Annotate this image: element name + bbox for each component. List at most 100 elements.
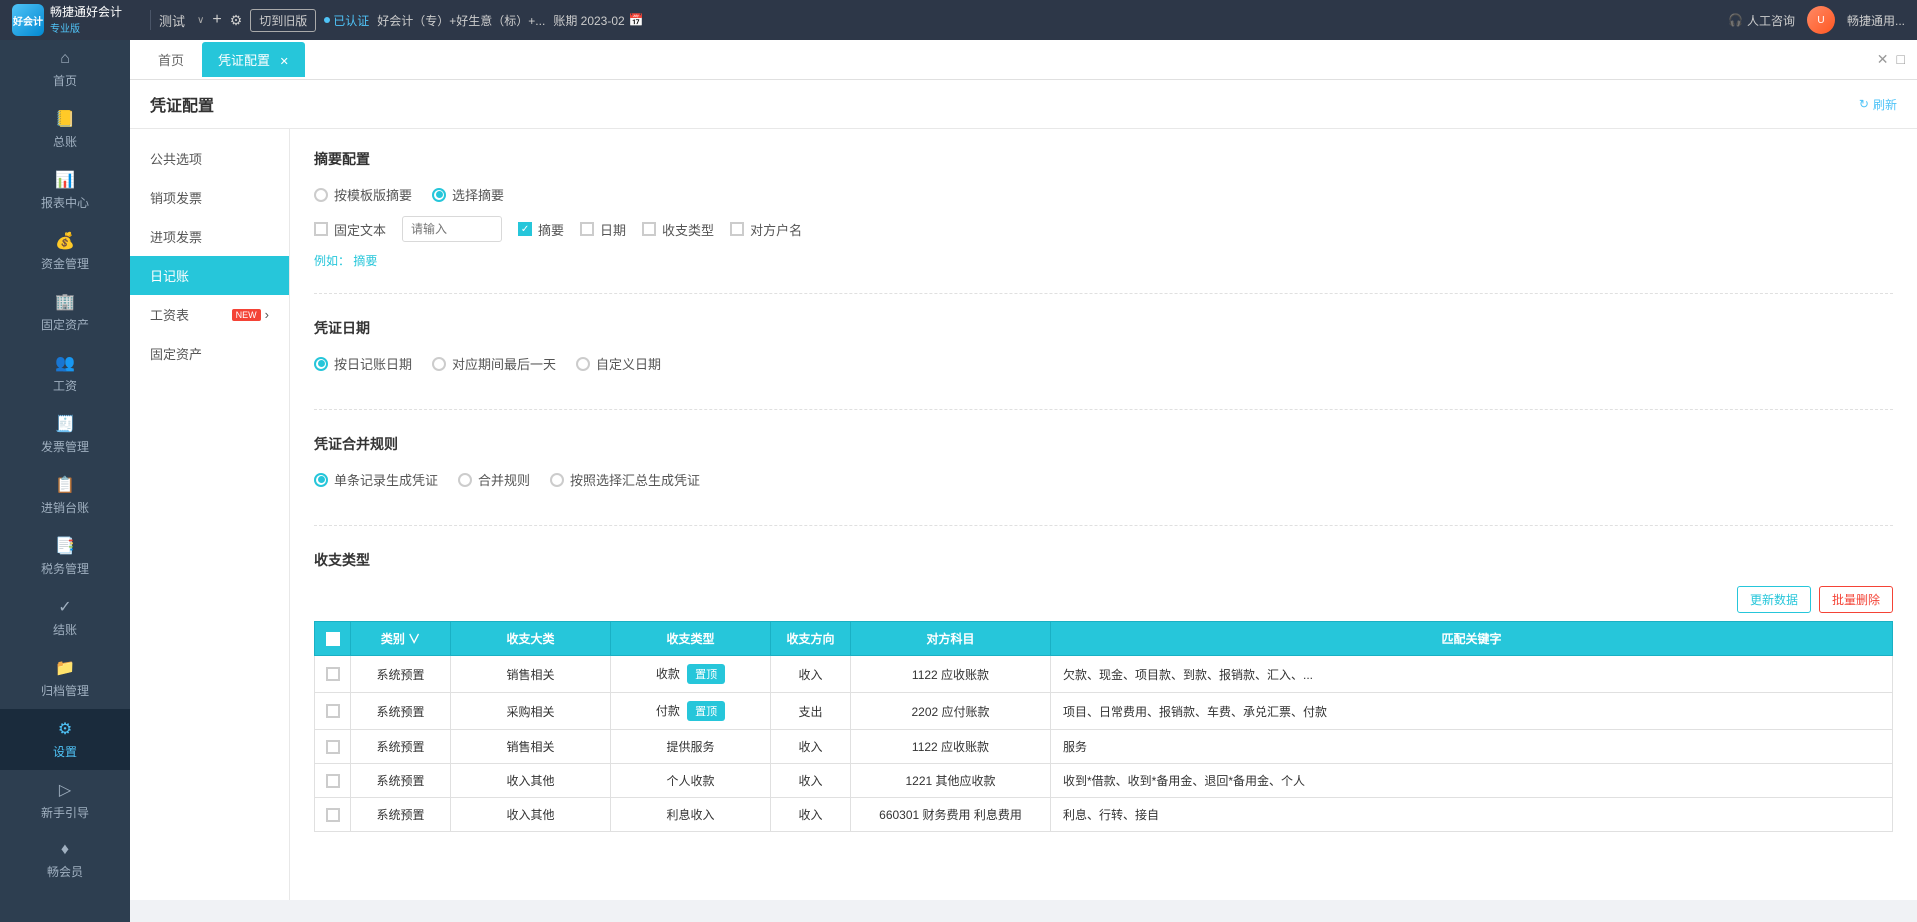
sidebar-item-home[interactable]: ⌂ 首页 bbox=[0, 40, 130, 99]
checkbox-date-box bbox=[580, 222, 594, 236]
sidebar-item-close[interactable]: ✓ 结账 bbox=[0, 587, 130, 648]
refresh-button[interactable]: ↻ 刷新 bbox=[1859, 96, 1897, 113]
sidebar-label-member: 畅会员 bbox=[47, 863, 83, 880]
th-keyword: 匹配关键字 bbox=[1051, 622, 1893, 656]
tag-top-button-1[interactable]: 置顶 bbox=[687, 664, 725, 684]
td-checkbox-2[interactable] bbox=[315, 693, 351, 730]
radio-template-label: 按模板版摘要 bbox=[334, 185, 412, 204]
payment-type-title: 收支类型 bbox=[314, 550, 1893, 570]
radio-journal-date-circle bbox=[314, 357, 328, 371]
td-account-2: 2202 应付账款 bbox=[851, 693, 1051, 730]
summary-radio-group: 按模板版摘要 选择摘要 bbox=[314, 185, 1893, 204]
td-major-5: 收入其他 bbox=[451, 798, 611, 832]
td-keyword-3: 服务 bbox=[1051, 730, 1893, 764]
checkbox-payment-type[interactable]: 收支类型 bbox=[642, 220, 714, 239]
checkbox-date-label: 日期 bbox=[600, 220, 626, 239]
radio-merge[interactable]: 合并规则 bbox=[458, 470, 530, 489]
radio-select-summary[interactable]: 选择摘要 bbox=[432, 185, 504, 204]
sidebar-item-ledger[interactable]: 📒 总账 bbox=[0, 99, 130, 160]
checkbox-fixed-text[interactable]: 固定文本 bbox=[314, 220, 386, 239]
td-checkbox-1[interactable] bbox=[315, 656, 351, 693]
tab-voucher-config[interactable]: 凭证配置 ✕ bbox=[202, 42, 305, 77]
radio-period-last[interactable]: 对应期间最后一天 bbox=[432, 354, 556, 373]
td-category-1: 系统预置 bbox=[351, 656, 451, 693]
subnav-purchase-invoice[interactable]: 进项发票 bbox=[130, 217, 289, 256]
checkbox-counterparty[interactable]: 对方户名 bbox=[730, 220, 802, 239]
nav-test-label: 测试 bbox=[159, 11, 185, 30]
subnav-fixed-asset[interactable]: 固定资产 bbox=[130, 334, 289, 373]
td-major-3: 销售相关 bbox=[451, 730, 611, 764]
td-keyword-1: 欠款、现金、项目款、到款、报销款、汇入、... bbox=[1051, 656, 1893, 693]
nav-tags: 好会计（专）+好生意（标）+... bbox=[377, 12, 545, 29]
tag-top-button-2[interactable]: 置顶 bbox=[687, 701, 725, 721]
nav-test-arrow[interactable]: ∨ bbox=[197, 15, 204, 26]
radio-single-circle bbox=[314, 473, 328, 487]
subnav-salary-table[interactable]: 工资表 NEW › bbox=[130, 295, 289, 334]
summary-title: 摘要配置 bbox=[314, 149, 1893, 169]
sidebar-label-home: 首页 bbox=[53, 72, 77, 89]
radio-select-total[interactable]: 按照选择汇总生成凭证 bbox=[550, 470, 700, 489]
sidebar-item-finance[interactable]: 💰 资金管理 bbox=[0, 221, 130, 282]
window-maximize-button[interactable]: □ bbox=[1897, 51, 1905, 68]
radio-journal-date-label: 按日记账日期 bbox=[334, 354, 412, 373]
radio-select-total-label: 按照选择汇总生成凭证 bbox=[570, 470, 700, 489]
batch-delete-button[interactable]: 批量删除 bbox=[1819, 586, 1893, 613]
sidebar-item-settings[interactable]: ⚙ 设置 bbox=[0, 709, 130, 770]
sidebar-item-sales[interactable]: 📋 进销台账 bbox=[0, 465, 130, 526]
radio-single[interactable]: 单条记录生成凭证 bbox=[314, 470, 438, 489]
certified-label: 已认证 bbox=[333, 12, 369, 29]
service-button[interactable]: 🎧 人工咨询 bbox=[1728, 12, 1795, 29]
tab-home[interactable]: 首页 bbox=[142, 42, 200, 77]
example-text: 例如： 摘要 bbox=[314, 252, 1893, 269]
radio-template[interactable]: 按模板版摘要 bbox=[314, 185, 412, 204]
checkbox-date[interactable]: 日期 bbox=[580, 220, 626, 239]
nav-gear-button[interactable]: ⚙ bbox=[230, 12, 243, 29]
sidebar-item-report[interactable]: 📊 报表中心 bbox=[0, 160, 130, 221]
nav-add-button[interactable]: + bbox=[212, 11, 221, 29]
table-body: 系统预置 销售相关 收款 置顶 收入 1122 应收账款 欠款、现金、项目款、到… bbox=[315, 656, 1893, 832]
table-header: 类别 ∨ 收支大类 收支类型 收支方向 对方科目 匹配关键字 bbox=[315, 622, 1893, 656]
example-label: 例如： bbox=[314, 254, 350, 268]
switch-version-button[interactable]: 切到旧版 bbox=[250, 9, 316, 32]
td-checkbox-4[interactable] bbox=[315, 764, 351, 798]
subnav-salary-wrap: 工资表 NEW › bbox=[150, 305, 269, 324]
td-type-2: 付款 置顶 bbox=[611, 693, 771, 730]
tab-bar-right: ✕ □ bbox=[1877, 51, 1905, 68]
archive-icon: 📁 bbox=[55, 658, 75, 678]
close-accounts-icon: ✓ bbox=[58, 597, 71, 617]
subnav-sales-invoice[interactable]: 销项发票 bbox=[130, 178, 289, 217]
radio-custom-date-label: 自定义日期 bbox=[596, 354, 661, 373]
td-type-4: 个人收款 bbox=[611, 764, 771, 798]
subnav-public[interactable]: 公共选项 bbox=[130, 139, 289, 178]
radio-template-circle bbox=[314, 188, 328, 202]
td-checkbox-5[interactable] bbox=[315, 798, 351, 832]
sidebar-label-settings: 设置 bbox=[53, 743, 77, 760]
settings-icon: ⚙ bbox=[58, 719, 72, 739]
window-close-button[interactable]: ✕ bbox=[1877, 51, 1889, 68]
td-checkbox-3[interactable] bbox=[315, 730, 351, 764]
radio-journal-date[interactable]: 按日记账日期 bbox=[314, 354, 412, 373]
fixed-text-input[interactable] bbox=[402, 216, 502, 242]
user-avatar[interactable]: U bbox=[1807, 6, 1835, 34]
sidebar-item-invoice[interactable]: 🧾 发票管理 bbox=[0, 404, 130, 465]
brand-subtitle: 专业版 bbox=[50, 20, 122, 35]
tab-close-icon[interactable]: ✕ bbox=[280, 56, 289, 68]
th-checkbox[interactable] bbox=[315, 622, 351, 656]
td-category-3: 系统预置 bbox=[351, 730, 451, 764]
update-data-button[interactable]: 更新数据 bbox=[1737, 586, 1811, 613]
page-title: 凭证配置 bbox=[150, 92, 214, 116]
checkbox-summary[interactable]: ✓ 摘要 bbox=[518, 220, 564, 239]
sidebar-item-fixed-asset[interactable]: 🏢 固定资产 bbox=[0, 282, 130, 343]
sidebar-item-salary[interactable]: 👥 工资 bbox=[0, 343, 130, 404]
brand-logo-area: 好会计 畅捷通好会计 专业版 bbox=[12, 4, 142, 36]
radio-period-last-label: 对应期间最后一天 bbox=[452, 354, 556, 373]
calendar-icon[interactable]: 📅 bbox=[629, 13, 644, 27]
sidebar-item-tax[interactable]: 📑 税务管理 bbox=[0, 526, 130, 587]
sidebar-item-archive[interactable]: 📁 归档管理 bbox=[0, 648, 130, 709]
radio-custom-date[interactable]: 自定义日期 bbox=[576, 354, 661, 373]
sidebar-item-guide[interactable]: ▷ 新手引导 bbox=[0, 770, 130, 831]
select-all-checkbox[interactable] bbox=[326, 632, 340, 646]
sidebar-item-member[interactable]: ♦ 畅会员 bbox=[0, 831, 130, 890]
subnav-journal[interactable]: 日记账 bbox=[130, 256, 289, 295]
invoice-icon: 🧾 bbox=[55, 414, 75, 434]
